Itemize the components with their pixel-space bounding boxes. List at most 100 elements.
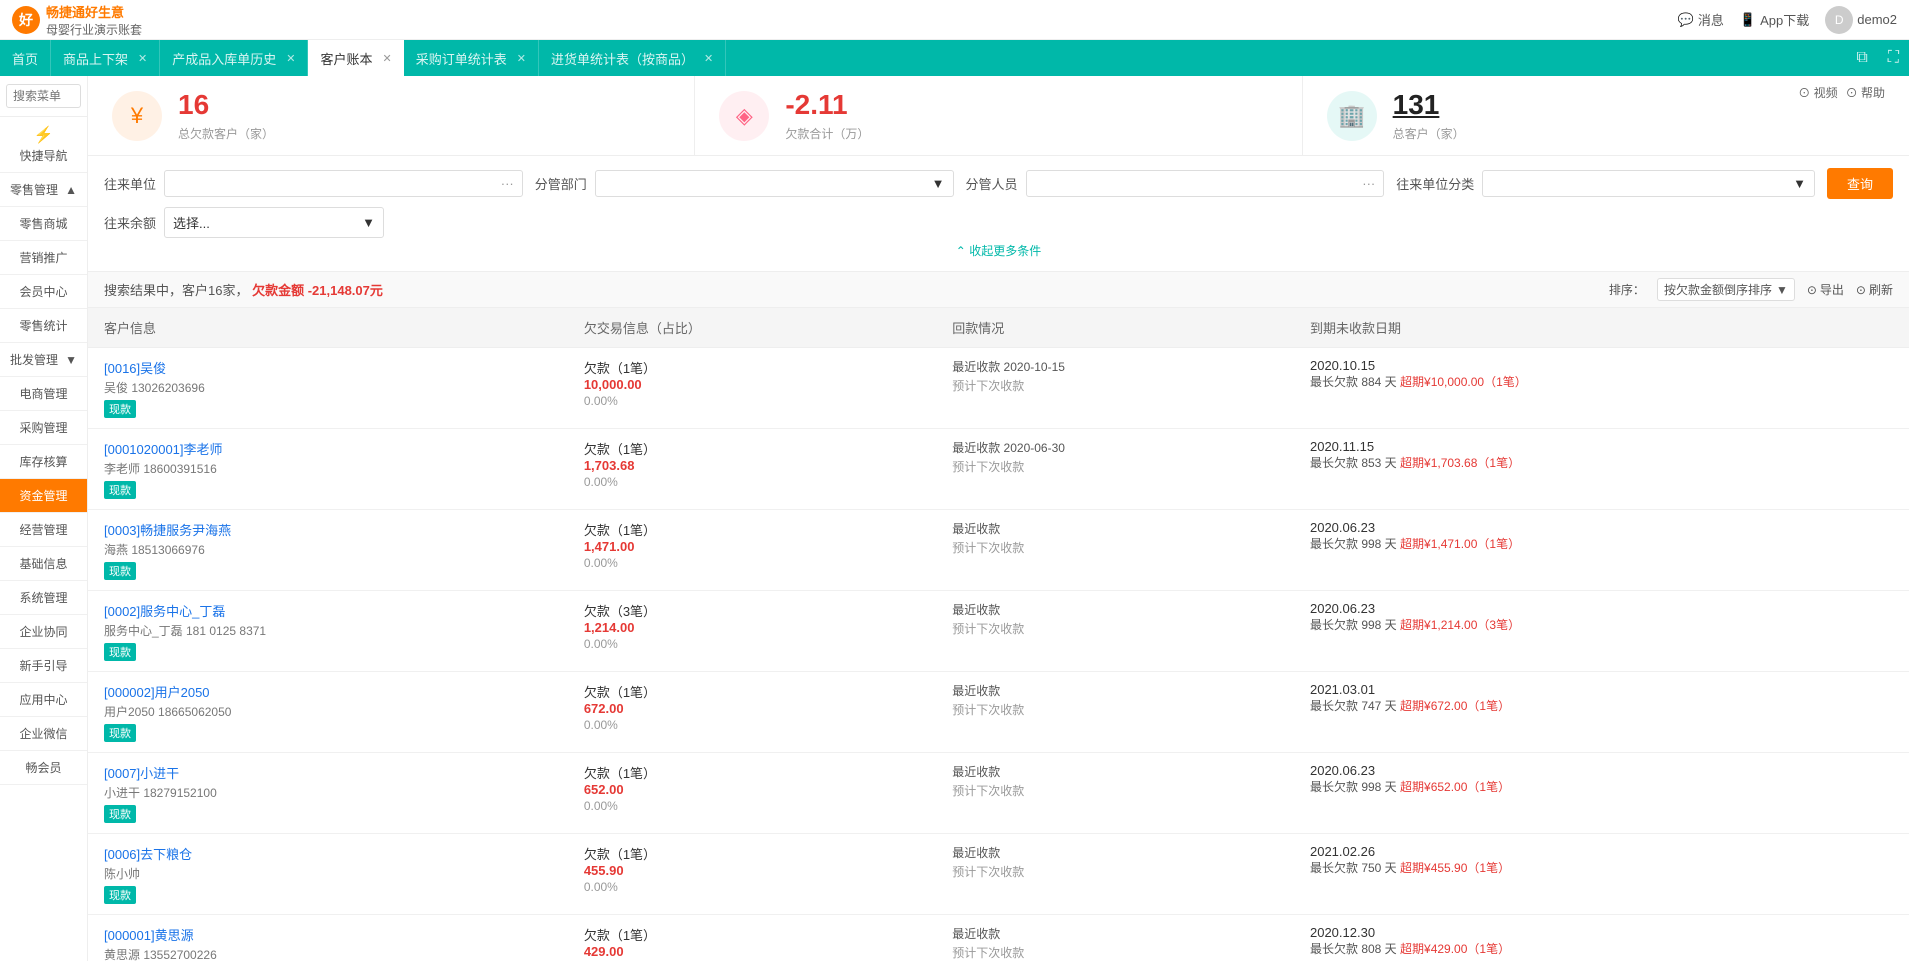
sidebar-item-finance-mgmt[interactable]: 资金管理 xyxy=(0,479,87,513)
owing-amount-6[interactable]: 455.90 xyxy=(584,863,920,878)
td-return-status-0: 最近收款 2020-10-15 预计下次收款 xyxy=(936,348,1294,429)
message-btn[interactable]: 💬 消息 xyxy=(1678,10,1724,29)
stat-icon-building: 🏢 xyxy=(1327,91,1377,141)
td-return-status-7: 最近收款 预计下次收款 xyxy=(936,915,1294,961)
td-return-status-4: 最近收款 预计下次收款 xyxy=(936,672,1294,753)
tab-purchase-order-close[interactable]: ✕ xyxy=(517,52,526,65)
help-btn[interactable]: ⊙ 帮助 xyxy=(1846,84,1885,101)
sidebar-item-label-operations: 经营管理 xyxy=(6,521,81,538)
td-customer-info-7: [000001]黄思源 黄思源 13552700226 现款 xyxy=(88,915,568,961)
sidebar-item-operations[interactable]: 经营管理 xyxy=(0,513,87,547)
sidebar-search-area xyxy=(0,76,87,117)
owing-amount-4[interactable]: 672.00 xyxy=(584,701,920,716)
overdue-amount-6[interactable]: 超期¥455.90（1笔） xyxy=(1400,861,1510,875)
customer-name-link-2[interactable]: [0003]畅捷服务尹海燕 xyxy=(104,523,231,538)
sort-value: 按欠款金额倒序排序 xyxy=(1664,281,1772,298)
search-input[interactable] xyxy=(6,84,81,108)
filter-select-partner-category[interactable]: ▼ xyxy=(1482,170,1815,197)
sidebar-item-ecommerce[interactable]: 电商管理 xyxy=(0,377,87,411)
overdue-amount-3[interactable]: 超期¥1,214.00（3笔） xyxy=(1400,618,1520,632)
customer-phone-5: 小进干 18279152100 xyxy=(104,784,552,801)
sidebar-item-enterprise[interactable]: 企业协同 xyxy=(0,615,87,649)
owing-amount-5[interactable]: 652.00 xyxy=(584,782,920,797)
sidebar-item-retail-mall[interactable]: 零售商城 xyxy=(0,207,87,241)
tab-home[interactable]: 首页 xyxy=(0,40,51,76)
sidebar-item-wechat-biz[interactable]: 企业微信 xyxy=(0,717,87,751)
overdue-days-2: 最长欠款 998 天 超期¥1,471.00（1笔） xyxy=(1310,535,1893,552)
customer-phone-1: 李老师 18600391516 xyxy=(104,460,552,477)
tab-customer-account[interactable]: 客户账本 ✕ xyxy=(308,40,403,76)
sidebar-item-system-mgmt[interactable]: 系统管理 xyxy=(0,581,87,615)
next-payment-6: 预计下次收款 xyxy=(952,863,1278,880)
window-expand-btn[interactable]: ⛶ xyxy=(1878,49,1909,67)
customer-name-link-3[interactable]: [0002]服务中心_丁磊 xyxy=(104,604,225,619)
due-date-4: 2021.03.01 xyxy=(1310,682,1893,697)
tab-stock-stats-close[interactable]: ✕ xyxy=(704,52,713,65)
owing-amount-0[interactable]: 10,000.00 xyxy=(584,377,920,392)
customer-name-link-0[interactable]: [0016]吴俊 xyxy=(104,361,166,376)
filter-select-division[interactable]: ▼ xyxy=(595,170,954,197)
export-btn[interactable]: ⊙ 导出 xyxy=(1807,281,1844,298)
overdue-days-text-0: 最长欠款 884 天 xyxy=(1310,375,1400,389)
sidebar-item-member-center[interactable]: 会员中心 xyxy=(0,275,87,309)
collapse-icon: ⌃ xyxy=(956,244,969,258)
overdue-amount-7[interactable]: 超期¥429.00（1笔） xyxy=(1400,942,1510,956)
overdue-amount-2[interactable]: 超期¥1,471.00（1笔） xyxy=(1400,537,1520,551)
td-due-date-4: 2021.03.01 最长欠款 747 天 超期¥672.00（1笔） xyxy=(1294,672,1909,753)
app-download-btn[interactable]: 📱 App下载 xyxy=(1740,10,1809,29)
due-date-6: 2021.02.26 xyxy=(1310,844,1893,859)
tab-customer-account-close[interactable]: ✕ xyxy=(383,52,392,65)
collapse-btn[interactable]: ⌃ 收起更多条件 xyxy=(104,238,1893,263)
sidebar-item-label-system-mgmt: 系统管理 xyxy=(6,589,81,606)
window-restore-btn[interactable]: ⧉ xyxy=(1846,49,1877,67)
filter-input-partner-unit[interactable]: ··· xyxy=(164,170,523,197)
owing-amount-3[interactable]: 1,214.00 xyxy=(584,620,920,635)
customer-name-link-1[interactable]: [0001020001]李老师 xyxy=(104,442,223,457)
collapse-label: 收起更多条件 xyxy=(969,244,1041,258)
sidebar-item-vip-member[interactable]: 畅会员 xyxy=(0,751,87,785)
overdue-days-3: 最长欠款 998 天 超期¥1,214.00（3笔） xyxy=(1310,616,1893,633)
sidebar-item-newbie[interactable]: 新手引导 xyxy=(0,649,87,683)
sidebar-item-retail-mgmt[interactable]: 零售管理 ▲ xyxy=(0,173,87,207)
overdue-amount-5[interactable]: 超期¥652.00（1笔） xyxy=(1400,780,1510,794)
sidebar-item-purchase-mgmt[interactable]: 采购管理 xyxy=(0,411,87,445)
tab-purchase-order[interactable]: 采购订单统计表 ✕ xyxy=(404,40,539,76)
query-button[interactable]: 查询 xyxy=(1827,168,1893,199)
sort-select[interactable]: 按欠款金额倒序排序 ▼ xyxy=(1657,278,1795,301)
customer-name-link-4[interactable]: [000002]用户2050 xyxy=(104,685,210,700)
sidebar-item-basic-info[interactable]: 基础信息 xyxy=(0,547,87,581)
owing-amount-7[interactable]: 429.00 xyxy=(584,944,920,959)
sidebar-item-wholesale-mgmt[interactable]: 批发管理 ▼ xyxy=(0,343,87,377)
user-avatar-btn[interactable]: D demo2 xyxy=(1825,6,1897,34)
td-customer-info-2: [0003]畅捷服务尹海燕 海燕 18513066976 现款 xyxy=(88,510,568,591)
system-name: 母婴行业演示账套 xyxy=(46,21,142,38)
tab-production-close[interactable]: ✕ xyxy=(286,52,295,65)
view-video-btn[interactable]: ⊙ 视频 xyxy=(1798,84,1837,101)
sidebar-item-marketing[interactable]: 营销推广 xyxy=(0,241,87,275)
owing-count-0: 欠款（1笔） xyxy=(584,358,920,377)
owing-amount-2[interactable]: 1,471.00 xyxy=(584,539,920,554)
overdue-amount-1[interactable]: 超期¥1,703.68（1笔） xyxy=(1400,456,1520,470)
sidebar: ⚡ 快捷导航 零售管理 ▲ 零售商城 营销推广 会员中心 零售统计 批发管理 ▼… xyxy=(0,76,88,961)
sidebar-item-app-center[interactable]: 应用中心 xyxy=(0,683,87,717)
filter-select-balance[interactable]: 选择... ▼ xyxy=(164,207,384,238)
sidebar-item-retail-stats[interactable]: 零售统计 xyxy=(0,309,87,343)
sidebar-item-quick-nav[interactable]: ⚡ 快捷导航 xyxy=(0,117,87,173)
tab-products-close[interactable]: ✕ xyxy=(138,52,147,65)
td-due-date-7: 2020.12.30 最长欠款 808 天 超期¥429.00（1笔） xyxy=(1294,915,1909,961)
table-body: [0016]吴俊 吴俊 13026203696 现款 欠款（1笔） 10,000… xyxy=(88,348,1909,961)
refresh-btn[interactable]: ⊙ 刷新 xyxy=(1856,281,1893,298)
sidebar-item-label-app-center: 应用中心 xyxy=(6,691,81,708)
overdue-amount-0[interactable]: 超期¥10,000.00（1笔） xyxy=(1400,375,1527,389)
sidebar-item-inventory[interactable]: 库存核算 xyxy=(0,445,87,479)
customer-name-link-5[interactable]: [0007]小进干 xyxy=(104,766,179,781)
customer-name-link-6[interactable]: [0006]去下粮仓 xyxy=(104,847,192,862)
stat-value-total-customers: 131 xyxy=(1393,89,1783,121)
tab-products[interactable]: 商品上下架 ✕ xyxy=(51,40,160,76)
customer-name-link-7[interactable]: [000001]黄思源 xyxy=(104,928,194,943)
tab-stock-stats[interactable]: 进货单统计表（按商品） ✕ xyxy=(539,40,726,76)
tab-production[interactable]: 产成品入库单历史 ✕ xyxy=(160,40,308,76)
filter-input-manager[interactable]: ··· xyxy=(1026,170,1385,197)
overdue-amount-4[interactable]: 超期¥672.00（1笔） xyxy=(1400,699,1510,713)
owing-amount-1[interactable]: 1,703.68 xyxy=(584,458,920,473)
